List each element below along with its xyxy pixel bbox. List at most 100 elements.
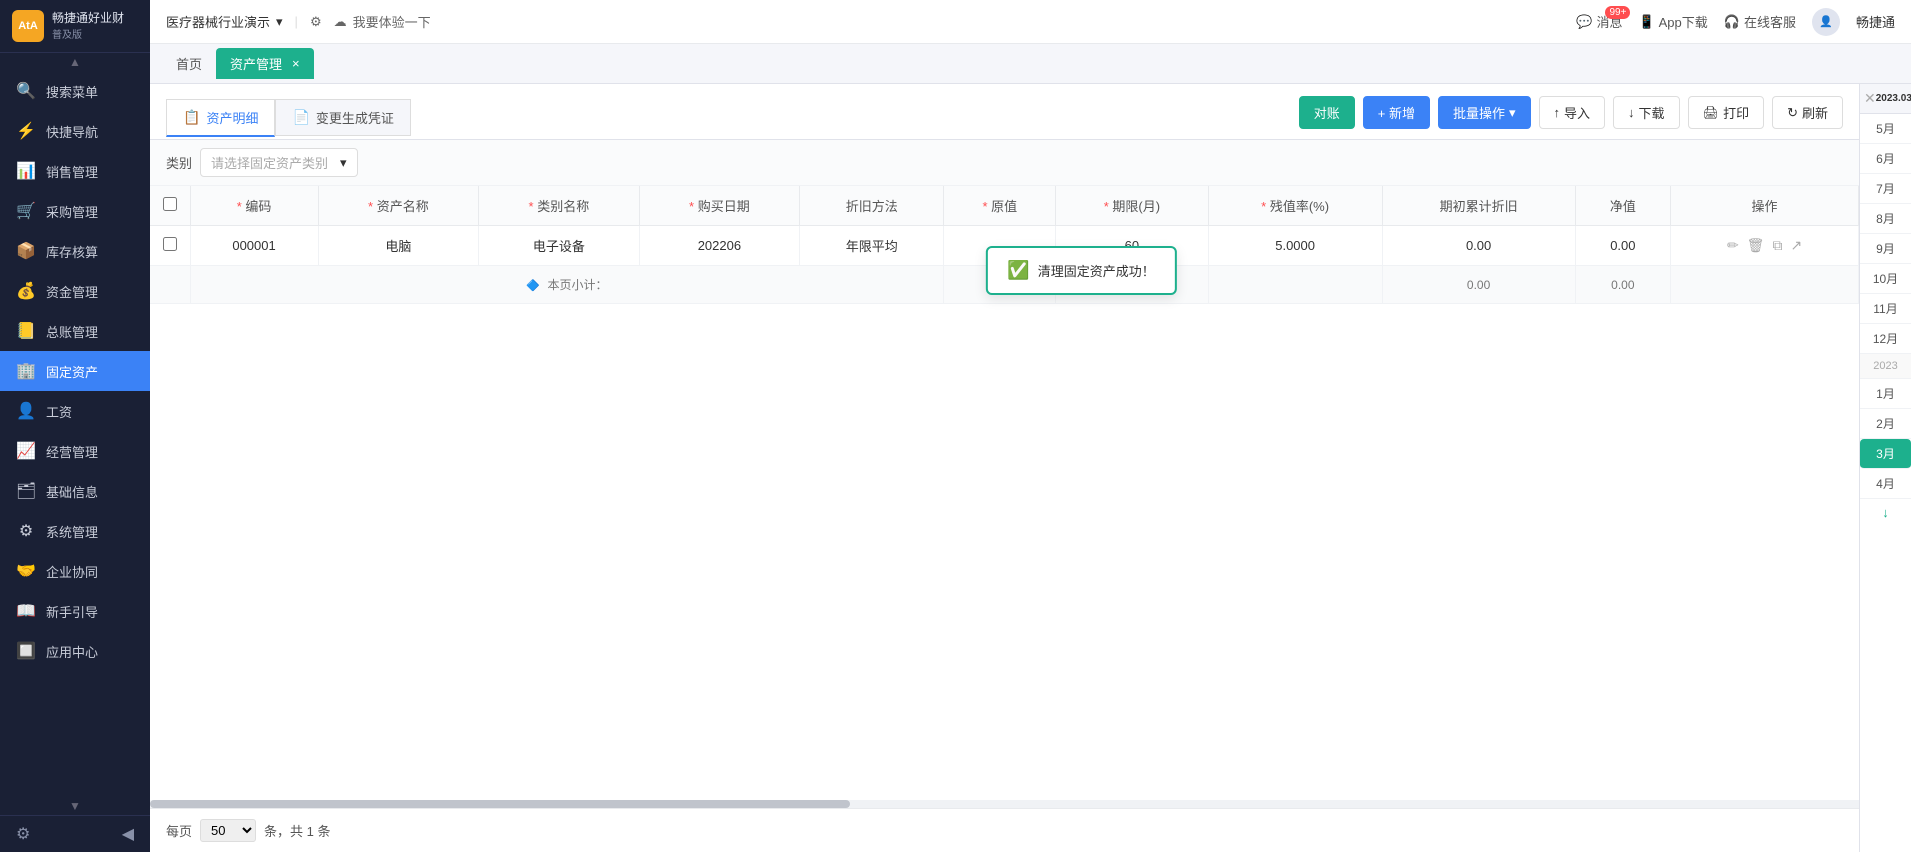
cal-month-3-current[interactable]: 3月 (1860, 439, 1911, 469)
cal-month-11[interactable]: 11月 (1860, 294, 1911, 324)
cal-month-8[interactable]: 8月 (1860, 204, 1911, 234)
import-btn[interactable]: ↑ 导入 (1539, 96, 1606, 129)
per-page-select[interactable]: 50 100 (200, 819, 256, 842)
more-icon[interactable]: ↗ (1790, 237, 1802, 254)
edit-icon[interactable]: ✏ (1727, 237, 1739, 254)
header-code: * 编码 (190, 186, 318, 226)
refresh-label: 刷新 (1802, 103, 1828, 122)
sidebar-item-operations[interactable]: 📈 经营管理 (0, 431, 150, 471)
sidebar-item-purchase[interactable]: 🛒 采购管理 (0, 191, 150, 231)
sidebar-item-label: 快捷导航 (46, 122, 98, 141)
pagination-bar: 每页 50 100 条，共 1 条 (150, 808, 1859, 852)
sidebar-item-inventory[interactable]: 📦 库存核算 (0, 231, 150, 271)
sidebar-item-label: 系统管理 (46, 522, 98, 541)
sidebar-item-system[interactable]: ⚙ 系统管理 (0, 511, 150, 551)
tab-home[interactable]: 首页 (166, 48, 212, 79)
calendar-close-btn[interactable]: ✕ (1864, 90, 1876, 107)
import-label: 导入 (1564, 103, 1590, 122)
company-selector[interactable]: 医疗器械行业演示 ▾ (166, 12, 283, 31)
inventory-icon: 📦 (16, 241, 36, 261)
settings-btn[interactable]: ⚙ (310, 14, 322, 30)
cal-month-6[interactable]: 6月 (1860, 144, 1911, 174)
scrollbar-thumb[interactable] (150, 800, 850, 808)
sidebar-scroll-down[interactable]: ▼ (0, 797, 150, 815)
service-icon: 🎧 (1724, 14, 1740, 30)
sidebar-item-label: 固定资产 (46, 362, 98, 381)
cal-month-2[interactable]: 2月 (1860, 409, 1911, 439)
print-btn[interactable]: 🖨 打印 (1688, 96, 1765, 129)
header-residual-rate: * 残值率(%) (1208, 186, 1382, 226)
header-purchase-date: * 购买日期 (639, 186, 800, 226)
sidebar-item-ledger[interactable]: 📒 总账管理 (0, 311, 150, 351)
sidebar-scroll-up[interactable]: ▲ (0, 53, 150, 71)
sidebar-item-app-center[interactable]: 🔲 应用中心 (0, 631, 150, 671)
sidebar-item-label: 新手引导 (46, 602, 98, 621)
select-all-checkbox[interactable] (163, 197, 177, 211)
tab-change-voucher[interactable]: 📄 变更生成凭证 (275, 99, 410, 136)
refresh-icon: ↻ (1787, 105, 1798, 121)
cal-month-4[interactable]: 4月 (1860, 469, 1911, 499)
settings-icon[interactable]: ⚙ (16, 824, 30, 844)
tab-asset-label: 资产管理 (230, 54, 282, 73)
category-select[interactable]: 请选择固定资产类别 ▾ (200, 148, 358, 177)
subtotal-label: 🔷 本页小计： (190, 266, 944, 304)
category-dropdown-icon: ▾ (340, 155, 347, 171)
content-main: 📋 资产明细 📄 变更生成凭证 对账 + 新增 批量操作 (150, 84, 1859, 852)
cal-month-10[interactable]: 10月 (1860, 264, 1911, 294)
cal-month-5[interactable]: 5月 (1860, 114, 1911, 144)
row-checkbox[interactable] (163, 237, 177, 251)
sidebar-item-guide[interactable]: 📖 新手引导 (0, 591, 150, 631)
experience-btn[interactable]: ☁ 我要体验一下 (334, 12, 431, 31)
app-download-btn[interactable]: 📱 App下载 (1638, 12, 1707, 31)
delete-icon[interactable]: 🗑 (1747, 237, 1765, 254)
tab-asset-detail[interactable]: 📋 资产明细 (166, 99, 275, 137)
guide-icon: 📖 (16, 601, 36, 621)
tab-close-icon[interactable]: × (292, 56, 300, 71)
logo-icon: AtA (12, 10, 44, 42)
download-icon: 📱 (1638, 14, 1654, 30)
sidebar-item-fixed-assets[interactable]: 🏢 固定资产 (0, 351, 150, 391)
sidebar-item-quick-nav[interactable]: ⚡ 快捷导航 (0, 111, 150, 151)
cal-month-9[interactable]: 9月 (1860, 234, 1911, 264)
sidebar-item-enterprise[interactable]: 🤝 企业协同 (0, 551, 150, 591)
row-residual-rate: 5.0000 (1208, 226, 1382, 266)
main-area: 医疗器械行业演示 ▾ | ⚙ ☁ 我要体验一下 💬 消息 99+ 📱 App下载… (150, 0, 1911, 852)
header-net-value: 净值 (1575, 186, 1671, 226)
sidebar-item-funds[interactable]: 💰 资金管理 (0, 271, 150, 311)
enterprise-icon: 🤝 (16, 561, 36, 581)
cal-month-7[interactable]: 7月 (1860, 174, 1911, 204)
calendar-scroll[interactable]: 5月 6月 7月 8月 9月 10月 11月 12月 2023 1月 2月 3月… (1860, 114, 1911, 852)
online-service-btn[interactable]: 🎧 在线客服 (1724, 12, 1796, 31)
sidebar-item-basic-info[interactable]: 🗂 基础信息 (0, 471, 150, 511)
reconcile-btn[interactable]: 对账 (1299, 96, 1355, 129)
basic-info-icon: 🗂 (16, 481, 36, 501)
sidebar-item-label: 经营管理 (46, 442, 98, 461)
calendar-go-today[interactable]: ↓ (1860, 499, 1911, 526)
sidebar-item-wages[interactable]: 👤 工资 (0, 391, 150, 431)
download-btn[interactable]: ↓ 下载 (1613, 96, 1680, 129)
logo-text-area: 畅捷通好业财 普及版 (52, 11, 124, 42)
refresh-btn[interactable]: ↻ 刷新 (1772, 96, 1843, 129)
page-tabs: 首页 资产管理 × (150, 44, 1911, 84)
new-btn[interactable]: + 新增 (1363, 96, 1430, 129)
sidebar-item-sales[interactable]: 📊 销售管理 (0, 151, 150, 191)
cal-month-12[interactable]: 12月 (1860, 324, 1911, 354)
print-icon: 🖨 (1703, 105, 1720, 121)
tab-asset-management[interactable]: 资产管理 × (216, 48, 314, 79)
fixed-assets-icon: 🏢 (16, 361, 36, 381)
app-download-label: App下载 (1659, 12, 1708, 31)
collapse-sidebar-icon[interactable]: ◀ (122, 824, 134, 844)
batch-btn[interactable]: 批量操作 ▾ (1438, 96, 1531, 129)
new-label: + 新增 (1378, 103, 1415, 122)
batch-label: 批量操作 (1453, 103, 1505, 122)
horizontal-scrollbar[interactable] (150, 800, 1859, 808)
table-header-row: * 编码 * 资产名称 * 类别名称 (150, 186, 1859, 226)
copy-icon[interactable]: ⧉ (1772, 237, 1782, 254)
sidebar-item-search[interactable]: 🔍 搜索菜单 (0, 71, 150, 111)
cal-month-1[interactable]: 1月 (1860, 379, 1911, 409)
user-avatar[interactable]: 👤 (1812, 8, 1840, 36)
header-category: * 类别名称 (479, 186, 640, 226)
sidebar-item-label: 基础信息 (46, 482, 98, 501)
purchase-icon: 🛒 (16, 201, 36, 221)
messages-btn[interactable]: 💬 消息 99+ (1576, 12, 1622, 31)
